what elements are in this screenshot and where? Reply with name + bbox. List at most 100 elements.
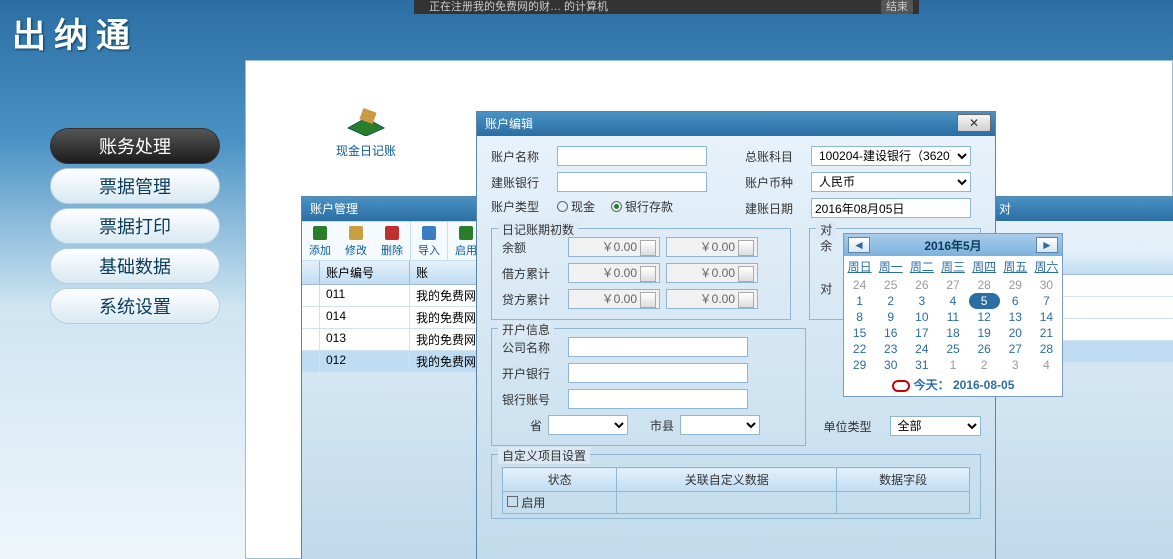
- calendar-day[interactable]: 2: [969, 357, 1000, 373]
- calendar-today-link[interactable]: 今天： 2016-08-05: [844, 373, 1062, 396]
- nav-item-2[interactable]: 票据打印: [50, 208, 220, 244]
- calendar-day[interactable]: 4: [1031, 357, 1062, 373]
- calendar-day[interactable]: 16: [875, 325, 906, 341]
- calendar-day[interactable]: 19: [969, 325, 1000, 341]
- calendar-day[interactable]: 6: [1000, 293, 1031, 309]
- city-select[interactable]: [680, 415, 760, 435]
- credit-amt[interactable]: ￥0.00: [568, 289, 660, 309]
- nav-item-0[interactable]: 账务处理: [50, 128, 220, 164]
- calendar-weekday: 周二: [906, 256, 937, 277]
- toolbar-删除[interactable]: 删除: [374, 222, 410, 260]
- calendar-day[interactable]: 5: [969, 293, 1000, 309]
- calendar-prev-button[interactable]: ◄: [848, 237, 870, 253]
- calendar-day[interactable]: 9: [875, 309, 906, 325]
- ledger-icon: [346, 106, 386, 136]
- credit-label: 贷方累计: [502, 291, 562, 308]
- open-bank-label: 建账银行: [491, 174, 551, 191]
- calendar-day[interactable]: 30: [1031, 277, 1062, 293]
- calendar-day[interactable]: 1: [937, 357, 968, 373]
- calendar-day[interactable]: 3: [1000, 357, 1031, 373]
- calendar-day[interactable]: 24: [906, 341, 937, 357]
- side-nav: 账务处理票据管理票据打印基础数据系统设置: [50, 128, 220, 328]
- calendar-day[interactable]: 14: [1031, 309, 1062, 325]
- calendar-day[interactable]: 29: [1000, 277, 1031, 293]
- debit-amt[interactable]: ￥0.00: [568, 263, 660, 283]
- init-group-title: 日记账期初数: [498, 221, 578, 238]
- window-reconcile-title-text: 对: [999, 202, 1011, 216]
- calendar-day[interactable]: 15: [844, 325, 875, 341]
- close-icon[interactable]: ✕: [957, 114, 991, 132]
- calendar-day[interactable]: 17: [906, 325, 937, 341]
- calendar-day[interactable]: 10: [906, 309, 937, 325]
- toolbar-导入[interactable]: 导入: [411, 222, 447, 260]
- calendar-day[interactable]: 1: [844, 293, 875, 309]
- calendar-day[interactable]: 11: [937, 309, 968, 325]
- cf-col-link: 关联自定义数据: [617, 468, 837, 492]
- radio-bank-deposit[interactable]: 银行存款: [611, 198, 673, 215]
- calendar-day[interactable]: 24: [844, 277, 875, 293]
- bank-input[interactable]: [568, 363, 748, 383]
- nav-item-4[interactable]: 系统设置: [50, 288, 220, 324]
- calendar-day[interactable]: 25: [937, 341, 968, 357]
- calendar-day[interactable]: 23: [875, 341, 906, 357]
- radio-bank-label: 银行存款: [625, 198, 673, 215]
- calendar-next-button[interactable]: ►: [1036, 237, 1058, 253]
- calendar-day[interactable]: 13: [1000, 309, 1031, 325]
- custom-fields-title: 自定义项目设置: [498, 447, 590, 464]
- bank-no-input[interactable]: [568, 389, 748, 409]
- calendar-day[interactable]: 27: [937, 277, 968, 293]
- province-select[interactable]: [548, 415, 628, 435]
- open-bank-input[interactable]: [557, 172, 707, 192]
- desk-icon-cash-journal[interactable]: 现金日记账: [331, 106, 401, 159]
- toolbar-修改[interactable]: 修改: [338, 222, 374, 260]
- bank-label: 开户银行: [502, 365, 562, 382]
- checkbox-enable[interactable]: [507, 496, 518, 507]
- calendar-day[interactable]: 26: [906, 277, 937, 293]
- balance-amt2: ￥0.00: [666, 237, 758, 257]
- calendar-day[interactable]: 30: [875, 357, 906, 373]
- nav-item-1[interactable]: 票据管理: [50, 168, 220, 204]
- calendar-day[interactable]: 21: [1031, 325, 1062, 341]
- window-account-list-title-text: 账户管理: [310, 202, 358, 216]
- company-input[interactable]: [568, 337, 748, 357]
- calendar-day[interactable]: 31: [906, 357, 937, 373]
- col-account-no[interactable]: 账户编号: [320, 261, 410, 285]
- toolbar-添加[interactable]: 添加: [302, 222, 338, 260]
- calendar-day[interactable]: 12: [969, 309, 1000, 325]
- calendar-weekday: 周一: [875, 256, 906, 277]
- calendar-day[interactable]: 18: [937, 325, 968, 341]
- topbar-text: 正在注册我的免费网的财… 的计算机: [429, 0, 608, 14]
- calendar-today-value: 2016-08-05: [953, 378, 1014, 392]
- radio-cash[interactable]: 现金: [557, 198, 595, 215]
- balance-amt[interactable]: ￥0.00: [568, 237, 660, 257]
- topbar-end-button[interactable]: 结束: [881, 0, 913, 14]
- calendar-day[interactable]: 20: [1000, 325, 1031, 341]
- calendar-title[interactable]: 2016年5月: [924, 237, 981, 254]
- calendar-day[interactable]: 22: [844, 341, 875, 357]
- calendar-day[interactable]: 26: [969, 341, 1000, 357]
- calendar-weekday: 周日: [844, 256, 875, 277]
- calendar-day[interactable]: 28: [969, 277, 1000, 293]
- calendar-day[interactable]: 25: [875, 277, 906, 293]
- date-input[interactable]: [811, 198, 971, 218]
- subject-select[interactable]: 100204-建设银行（3620）: [811, 146, 971, 166]
- currency-label: 账户币种: [745, 174, 805, 191]
- calendar-day[interactable]: 7: [1031, 293, 1062, 309]
- app-title: 出纳通: [12, 8, 138, 57]
- city-label: 市县: [634, 417, 674, 434]
- calendar-day[interactable]: 2: [875, 293, 906, 309]
- account-name-input[interactable]: [557, 146, 707, 166]
- unit-type-select[interactable]: 全部: [890, 416, 982, 436]
- calendar-day[interactable]: 27: [1000, 341, 1031, 357]
- calendar-day[interactable]: 29: [844, 357, 875, 373]
- account-name-label: 账户名称: [491, 148, 551, 165]
- nav-item-3[interactable]: 基础数据: [50, 248, 220, 284]
- calendar-day[interactable]: 28: [1031, 341, 1062, 357]
- open-info-title: 开户信息: [498, 321, 554, 338]
- calendar-day[interactable]: 3: [906, 293, 937, 309]
- col-marker: [302, 261, 320, 285]
- calendar-weekday: 周五: [1000, 256, 1031, 277]
- calendar-day[interactable]: 4: [937, 293, 968, 309]
- calendar-day[interactable]: 8: [844, 309, 875, 325]
- currency-select[interactable]: 人民币: [811, 172, 971, 192]
